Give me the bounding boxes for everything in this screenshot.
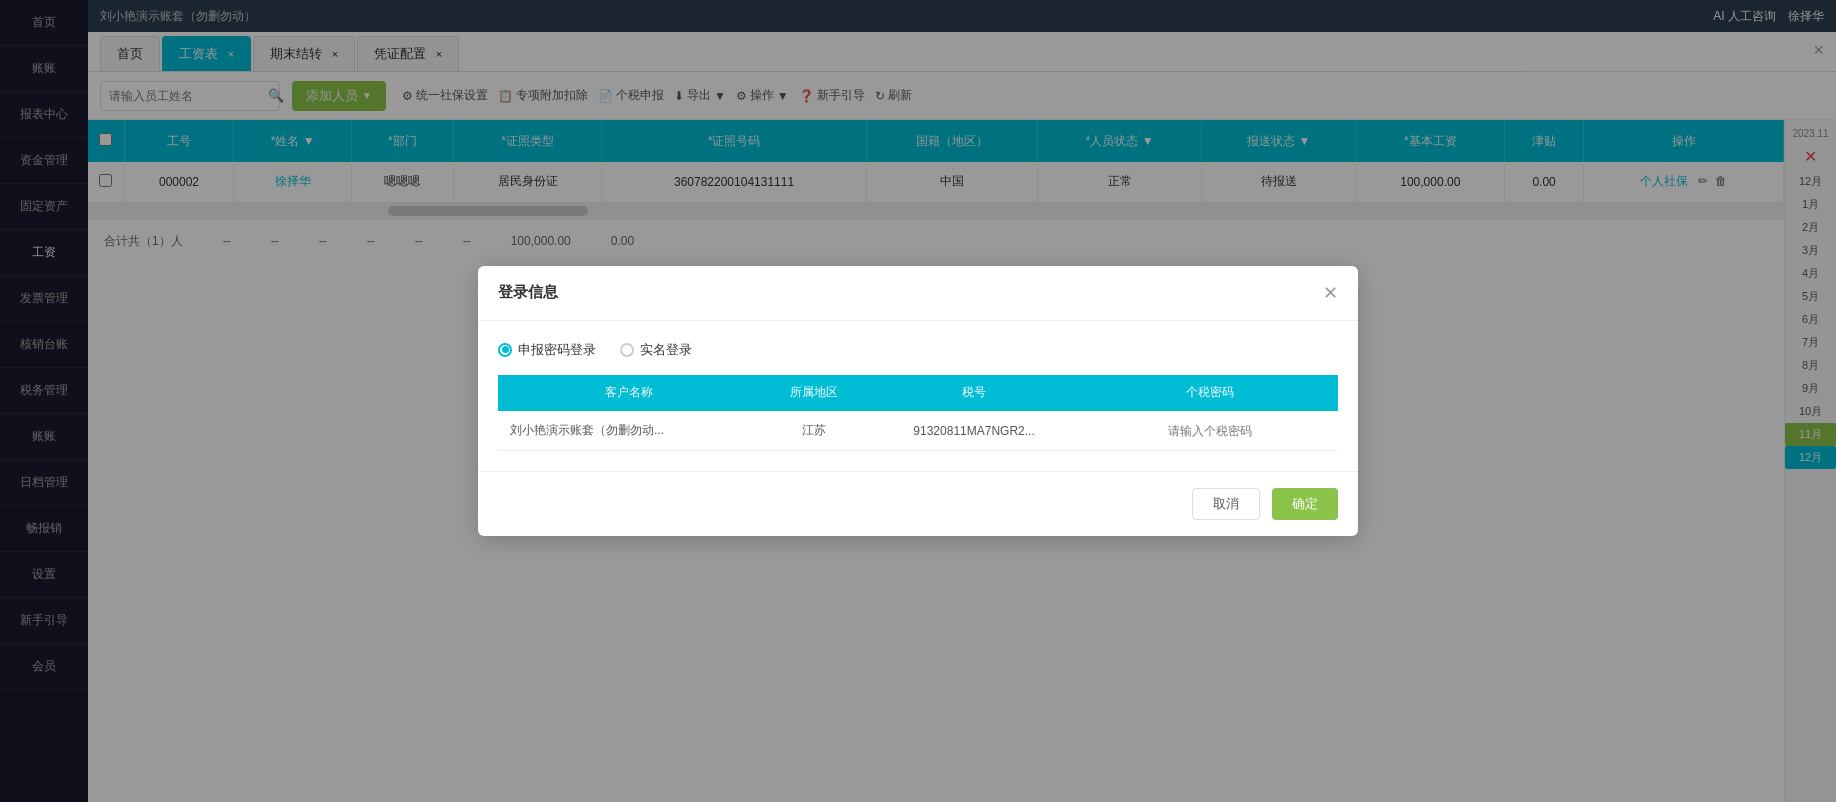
radio-realname-login[interactable]: 实名登录 — [620, 341, 692, 359]
col-tax-password: 个税密码 — [1081, 375, 1338, 411]
client-name-cell: 刘小艳演示账套（勿删勿动... — [498, 411, 761, 451]
col-client-name: 客户名称 — [498, 375, 761, 411]
client-table: 客户名称 所属地区 税号 个税密码 刘小艳演示账套（勿删勿动... 江苏 913… — [498, 375, 1338, 452]
login-dialog: 登录信息 ✕ 申报密码登录 实名登录 客户名称 所属地区 — [478, 266, 1358, 537]
radio-realname-btn[interactable] — [620, 343, 634, 357]
radio-password-login[interactable]: 申报密码登录 — [498, 341, 596, 359]
login-type-group: 申报密码登录 实名登录 — [498, 341, 1338, 359]
radio-realname-label: 实名登录 — [640, 341, 692, 359]
dialog-body: 申报密码登录 实名登录 客户名称 所属地区 税号 个税密码 — [478, 321, 1358, 472]
dialog-title: 登录信息 — [498, 283, 558, 302]
dialog-header: 登录信息 ✕ — [478, 266, 1358, 321]
cancel-button[interactable]: 取消 — [1192, 488, 1260, 520]
region-cell: 江苏 — [761, 411, 867, 451]
radio-password-btn[interactable] — [498, 343, 512, 357]
radio-password-label: 申报密码登录 — [518, 341, 596, 359]
col-tax-no: 税号 — [867, 375, 1082, 411]
dialog-overlay: 登录信息 ✕ 申报密码登录 实名登录 客户名称 所属地区 — [0, 0, 1836, 802]
dialog-close-btn[interactable]: ✕ — [1323, 282, 1338, 304]
client-row: 刘小艳演示账套（勿删勿动... 江苏 91320811MA7NGR2... — [498, 411, 1338, 451]
confirm-button[interactable]: 确定 — [1272, 488, 1338, 520]
col-region: 所属地区 — [761, 375, 867, 411]
tax-no-cell: 91320811MA7NGR2... — [867, 411, 1082, 451]
dialog-footer: 取消 确定 — [478, 471, 1358, 536]
tax-password-input[interactable] — [1093, 424, 1326, 438]
tax-password-cell[interactable] — [1081, 411, 1338, 451]
